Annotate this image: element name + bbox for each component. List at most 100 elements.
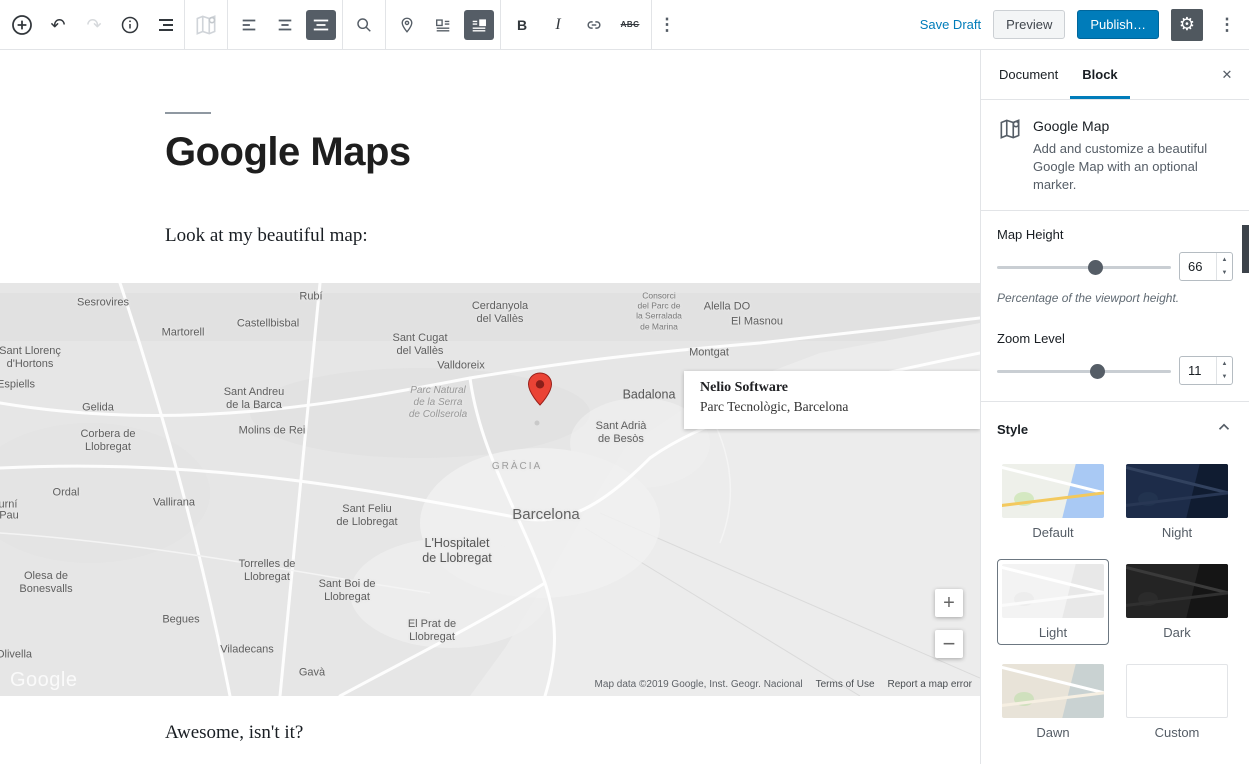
map-place-label: Corbera de Llobregat [80,428,135,454]
style-thumbnail [1126,664,1228,718]
italic-button[interactable]: I [540,7,576,43]
step-up-icon[interactable]: ▲ [1217,253,1232,267]
block-navigation-icon [156,15,176,35]
google-logo[interactable]: Google [10,669,78,692]
style-option-default[interactable]: Default [997,459,1109,545]
map-place-label: Rubí [299,290,322,303]
infowindow-left-button[interactable] [425,7,461,43]
publish-button[interactable]: Publish… [1077,10,1159,39]
alignment-group [227,0,342,49]
map-place-label: Molins de Rei [239,424,306,437]
slider-thumb[interactable] [1090,364,1105,379]
zoom-in-button[interactable]: + [935,589,963,617]
sidebar-header: Document Block ✕ [981,50,1249,100]
map-place-label: Sant Andreu de la Barca [224,386,285,412]
style-panel-title: Style [997,422,1028,437]
style-option-light[interactable]: Light [997,559,1109,645]
italic-icon: I [555,16,560,34]
paragraph-block[interactable]: Awesome, isn't it? [165,722,815,744]
gear-icon: ⚙ [1179,14,1195,35]
style-option-night[interactable]: Night [1121,459,1233,545]
preview-button[interactable]: Preview [993,10,1065,39]
map-place-label: Parc Natural de la Serra de Collserola [409,385,467,421]
zoom-level-slider[interactable] [997,357,1171,385]
style-panel-toggle[interactable]: Style [997,418,1233,441]
zoom-level-input[interactable]: 11 ▲▼ [1179,356,1233,385]
inserter-button[interactable] [4,7,40,43]
zoom-out-button[interactable]: − [935,630,963,658]
style-panel: Style DefaultNight Light DarkDawnCustom [981,401,1249,761]
vertical-dots-icon: ⋮ [659,15,676,35]
slider-thumb[interactable] [1088,260,1103,275]
search-group [342,0,385,49]
link-button[interactable] [576,7,612,43]
map-place-label: Sant Feliu de Llobregat [336,503,397,529]
bold-button[interactable]: B [504,7,540,43]
strikethrough-button[interactable]: ABC [612,7,648,43]
report-map-error-link[interactable]: Report a map error [888,679,972,690]
editor-toolbar: ↶ ↷ [0,0,1249,50]
post-title[interactable]: Google Maps [165,130,815,175]
step-down-icon[interactable]: ▼ [1217,371,1232,385]
map-height-label: Map Height [997,227,1233,242]
stepper-arrows[interactable]: ▲▼ [1216,357,1232,384]
close-sidebar-button[interactable]: ✕ [1215,63,1239,87]
settings-gear-button[interactable]: ⚙ [1171,9,1203,41]
terms-of-use-link[interactable]: Terms of Use [816,679,875,690]
paragraph-block[interactable]: Look at my beautiful map: [165,225,815,247]
map-height-value[interactable]: 66 [1180,253,1216,280]
bold-icon: B [517,17,527,33]
info-window-title: Nelio Software [700,380,964,396]
map-place-label: Sesrovires [77,296,129,309]
map-height-input[interactable]: 66 ▲▼ [1179,252,1233,281]
google-map-block-button[interactable] [188,7,224,43]
map-place-label: Viladecans [220,643,274,656]
map-place-label: Cerdanyola del Vallès [472,300,528,326]
block-card-description: Add and customize a beautiful Google Map… [1033,140,1213,194]
align-center-button[interactable] [267,7,303,43]
block-card: Google Map Add and customize a beautiful… [981,100,1249,210]
block-icon-group [184,0,227,49]
block-more-options-button[interactable]: ⋮ [655,7,679,43]
marker-toggle-button[interactable] [389,7,425,43]
undo-button[interactable]: ↶ [40,7,76,43]
map-place-label: L'Hospitalet de Llobregat [422,536,492,566]
style-option-label: Light [1002,625,1104,640]
infowindow-right-button[interactable] [464,10,494,40]
style-option-custom[interactable]: Custom [1121,659,1233,745]
block-navigation-button[interactable] [148,7,184,43]
map-place-label: GRÀCIA [492,461,542,473]
step-down-icon[interactable]: ▼ [1217,267,1232,281]
map-height-help: Percentage of the viewport height. [997,291,1233,305]
toolbar-right-group: Save Draft Preview Publish… ⚙ ⋮ [920,0,1249,49]
map-place-label: Olesa de Bonesvalls [19,570,72,596]
redo-button[interactable]: ↷ [76,7,112,43]
style-option-dark[interactable]: Dark [1121,559,1233,645]
content-structure-button[interactable] [112,7,148,43]
separator-block[interactable] [165,112,211,114]
google-map-block[interactable]: SesroviresRubíMartorellCastellbisbalCerd… [0,283,980,696]
style-thumbnail [1002,464,1104,518]
map-place-label: Barcelona [512,506,580,524]
stepper-arrows[interactable]: ▲▼ [1216,253,1232,280]
info-window-address: Parc Tecnològic, Barcelona [700,399,964,415]
more-tools-button[interactable]: ⋮ [1215,7,1239,43]
align-left-button[interactable] [231,7,267,43]
address-search-button[interactable] [346,7,382,43]
tab-block[interactable]: Block [1070,50,1129,99]
infowindow-right-icon [470,16,488,34]
map-height-slider[interactable] [997,253,1171,281]
map-place-label: Begues [162,613,199,626]
tab-document[interactable]: Document [987,50,1070,99]
editor-canvas: Google Maps Look at my beautiful map: [0,50,980,764]
map-place-label: Martorell [162,326,205,339]
style-option-dawn[interactable]: Dawn [997,659,1109,745]
map-marker-pin[interactable] [527,372,553,406]
zoom-level-value[interactable]: 11 [1180,357,1216,384]
align-wide-button[interactable] [306,10,336,40]
step-up-icon[interactable]: ▲ [1217,357,1232,371]
toolbar-left-group: ↶ ↷ [0,0,184,49]
vertical-dots-icon: ⋮ [1219,15,1236,35]
scrollbar-thumb[interactable] [1242,225,1249,273]
save-draft-button[interactable]: Save Draft [920,17,981,32]
